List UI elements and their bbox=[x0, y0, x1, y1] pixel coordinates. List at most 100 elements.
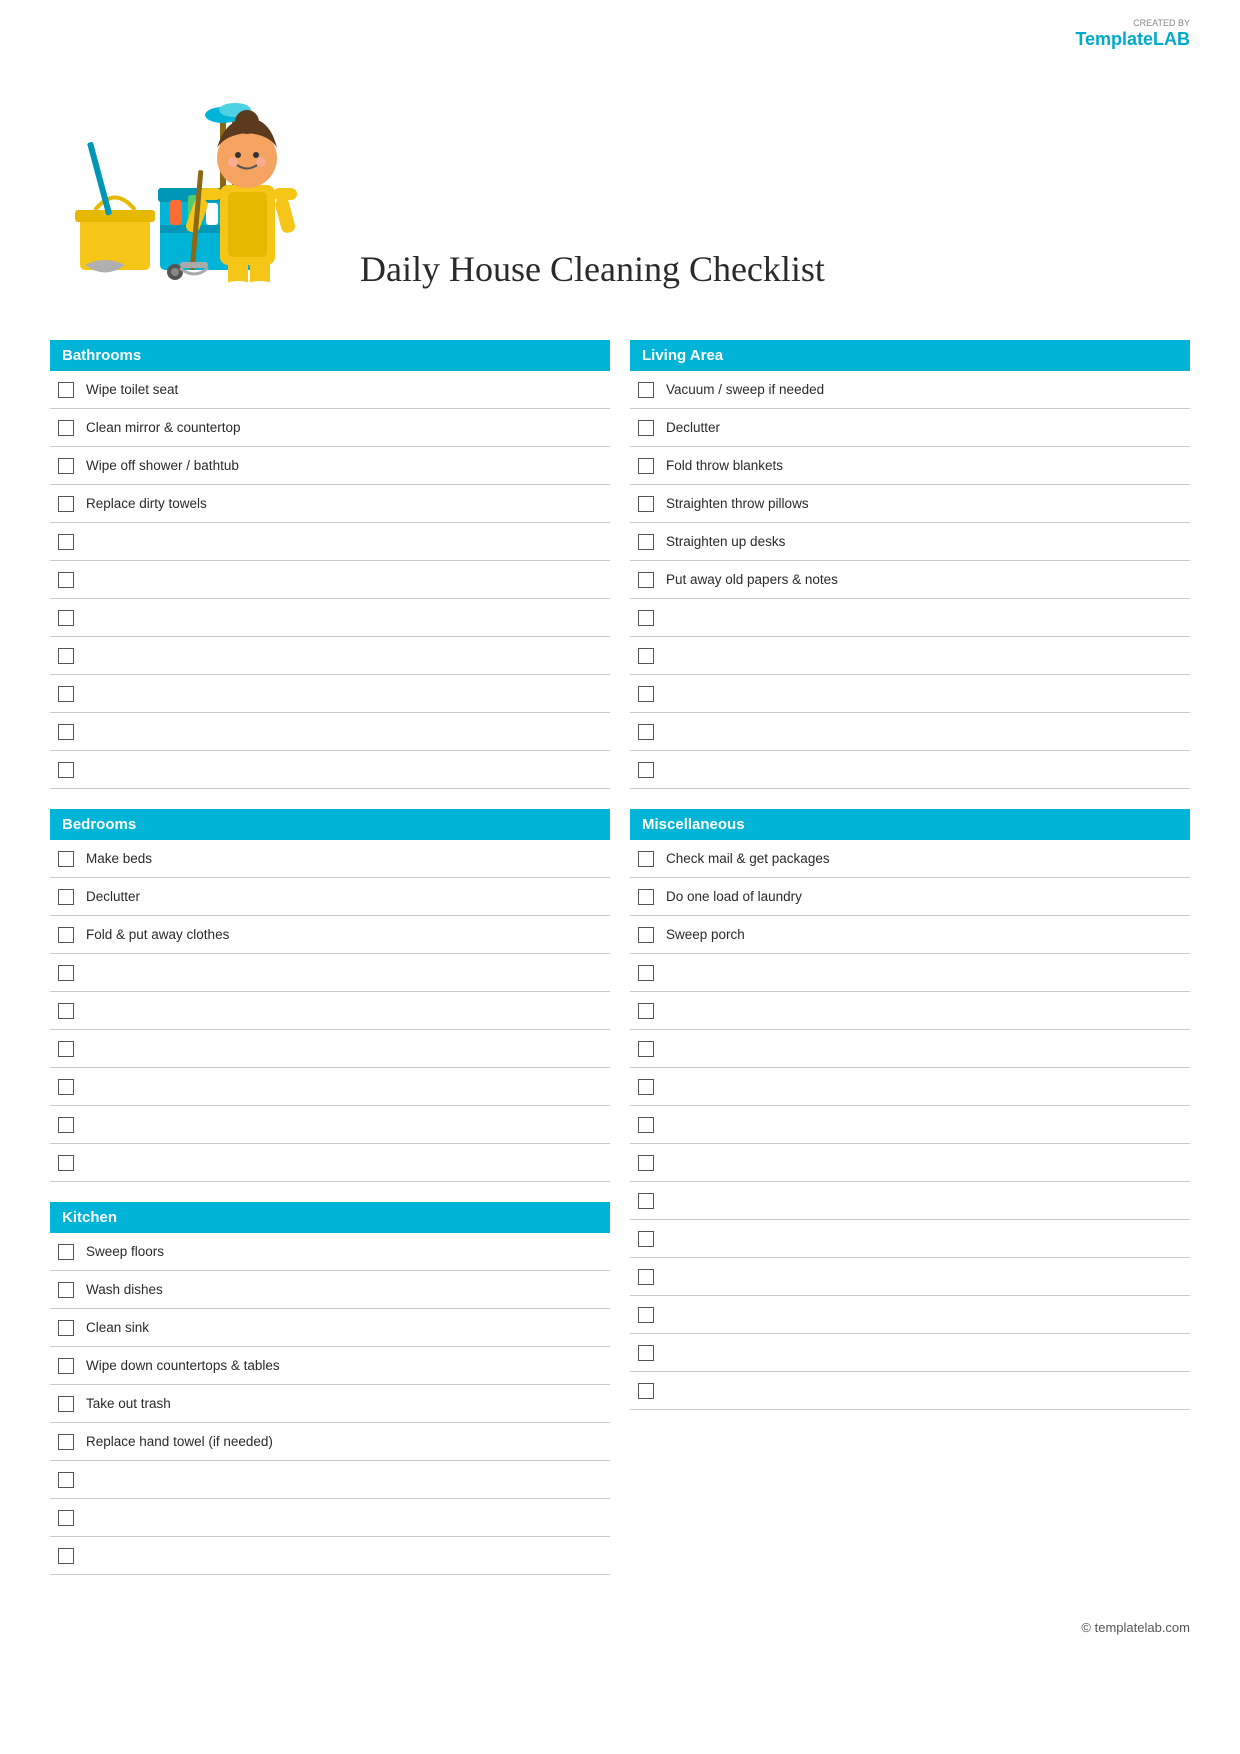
checkbox[interactable] bbox=[58, 1244, 74, 1260]
list-item bbox=[50, 1461, 610, 1499]
checkbox[interactable] bbox=[58, 1320, 74, 1336]
list-item: Straighten throw pillows bbox=[630, 485, 1190, 523]
checkbox[interactable] bbox=[58, 1396, 74, 1412]
checkbox[interactable] bbox=[638, 1269, 654, 1285]
checkbox[interactable] bbox=[638, 927, 654, 943]
checkbox[interactable] bbox=[58, 1510, 74, 1526]
footer: © templatelab.com bbox=[50, 1620, 1190, 1635]
checkbox[interactable] bbox=[638, 1345, 654, 1361]
checkbox[interactable] bbox=[638, 1307, 654, 1323]
list-item bbox=[630, 1106, 1190, 1144]
checkbox[interactable] bbox=[638, 496, 654, 512]
checkbox[interactable] bbox=[58, 420, 74, 436]
list-item bbox=[630, 1182, 1190, 1220]
logo: CREATED BY TemplateLAB bbox=[1075, 18, 1190, 50]
living-area-header: Living Area bbox=[630, 340, 1190, 371]
checkbox[interactable] bbox=[638, 686, 654, 702]
item-text: Put away old papers & notes bbox=[666, 572, 838, 587]
title-area: Daily House Cleaning Checklist bbox=[330, 248, 1190, 310]
checkbox[interactable] bbox=[638, 610, 654, 626]
list-item bbox=[630, 1030, 1190, 1068]
item-text: Wipe toilet seat bbox=[86, 382, 178, 397]
header-section: Daily House Cleaning Checklist bbox=[50, 40, 1190, 310]
footer-text: © templatelab.com bbox=[1081, 1620, 1190, 1635]
checkbox[interactable] bbox=[638, 534, 654, 550]
right-column: Living Area Vacuum / sweep if needed Dec… bbox=[630, 340, 1190, 1595]
list-item bbox=[50, 523, 610, 561]
checkbox[interactable] bbox=[58, 1282, 74, 1298]
kitchen-section: Kitchen Sweep floors Wash dishes Clean s… bbox=[50, 1202, 610, 1575]
checkbox[interactable] bbox=[58, 762, 74, 778]
checkbox[interactable] bbox=[58, 851, 74, 867]
checkbox[interactable] bbox=[58, 1548, 74, 1564]
checkbox[interactable] bbox=[58, 1434, 74, 1450]
checkbox[interactable] bbox=[638, 1117, 654, 1133]
checkbox[interactable] bbox=[58, 965, 74, 981]
item-text: Clean mirror & countertop bbox=[86, 420, 241, 435]
checkbox[interactable] bbox=[638, 762, 654, 778]
item-text: Declutter bbox=[86, 889, 140, 904]
checkbox[interactable] bbox=[638, 965, 654, 981]
page-title: Daily House Cleaning Checklist bbox=[360, 248, 1190, 290]
checkbox[interactable] bbox=[638, 851, 654, 867]
checkbox[interactable] bbox=[58, 927, 74, 943]
list-item: Put away old papers & notes bbox=[630, 561, 1190, 599]
checkbox[interactable] bbox=[58, 534, 74, 550]
list-item bbox=[630, 954, 1190, 992]
checkbox[interactable] bbox=[638, 1003, 654, 1019]
checkbox[interactable] bbox=[58, 1472, 74, 1488]
item-text: Take out trash bbox=[86, 1396, 171, 1411]
checkbox[interactable] bbox=[638, 1383, 654, 1399]
list-item: Wash dishes bbox=[50, 1271, 610, 1309]
checkbox[interactable] bbox=[58, 648, 74, 664]
checkbox[interactable] bbox=[638, 1231, 654, 1247]
item-text: Replace hand towel (if needed) bbox=[86, 1434, 273, 1449]
checkbox[interactable] bbox=[638, 1079, 654, 1095]
checkbox[interactable] bbox=[58, 1117, 74, 1133]
list-item bbox=[630, 1372, 1190, 1410]
checkbox[interactable] bbox=[638, 1155, 654, 1171]
checkbox[interactable] bbox=[58, 889, 74, 905]
checkbox[interactable] bbox=[638, 1041, 654, 1057]
checkbox[interactable] bbox=[638, 889, 654, 905]
list-item bbox=[630, 637, 1190, 675]
checkbox[interactable] bbox=[58, 1003, 74, 1019]
list-item bbox=[50, 1030, 610, 1068]
checkbox[interactable] bbox=[58, 724, 74, 740]
brand-colored: LAB bbox=[1153, 29, 1190, 49]
miscellaneous-section: Miscellaneous Check mail & get packages … bbox=[630, 809, 1190, 1410]
list-item bbox=[630, 713, 1190, 751]
checkbox[interactable] bbox=[58, 1079, 74, 1095]
item-text: Fold throw blankets bbox=[666, 458, 783, 473]
list-item: Check mail & get packages bbox=[630, 840, 1190, 878]
checkbox[interactable] bbox=[638, 572, 654, 588]
list-item bbox=[50, 1537, 610, 1575]
checkbox[interactable] bbox=[58, 382, 74, 398]
cleaning-illustration bbox=[50, 40, 330, 310]
checkbox[interactable] bbox=[58, 610, 74, 626]
checkbox[interactable] bbox=[58, 1041, 74, 1057]
checkbox[interactable] bbox=[638, 382, 654, 398]
checkbox[interactable] bbox=[58, 1155, 74, 1171]
list-item: Wipe toilet seat bbox=[50, 371, 610, 409]
checkbox[interactable] bbox=[638, 458, 654, 474]
list-item bbox=[50, 1499, 610, 1537]
item-text: Replace dirty towels bbox=[86, 496, 207, 511]
checkbox[interactable] bbox=[58, 1358, 74, 1374]
item-text: Wash dishes bbox=[86, 1282, 163, 1297]
checkbox[interactable] bbox=[638, 724, 654, 740]
checkbox[interactable] bbox=[58, 496, 74, 512]
list-item bbox=[50, 599, 610, 637]
item-text: Sweep porch bbox=[666, 927, 745, 942]
checkbox[interactable] bbox=[638, 420, 654, 436]
item-text: Make beds bbox=[86, 851, 152, 866]
brand-black: Template bbox=[1075, 29, 1153, 49]
checkbox[interactable] bbox=[58, 458, 74, 474]
checkbox[interactable] bbox=[638, 648, 654, 664]
checkbox[interactable] bbox=[58, 686, 74, 702]
checkbox[interactable] bbox=[58, 572, 74, 588]
checkbox[interactable] bbox=[638, 1193, 654, 1209]
list-item: Declutter bbox=[50, 878, 610, 916]
list-item: Wipe down countertops & tables bbox=[50, 1347, 610, 1385]
list-item: Straighten up desks bbox=[630, 523, 1190, 561]
